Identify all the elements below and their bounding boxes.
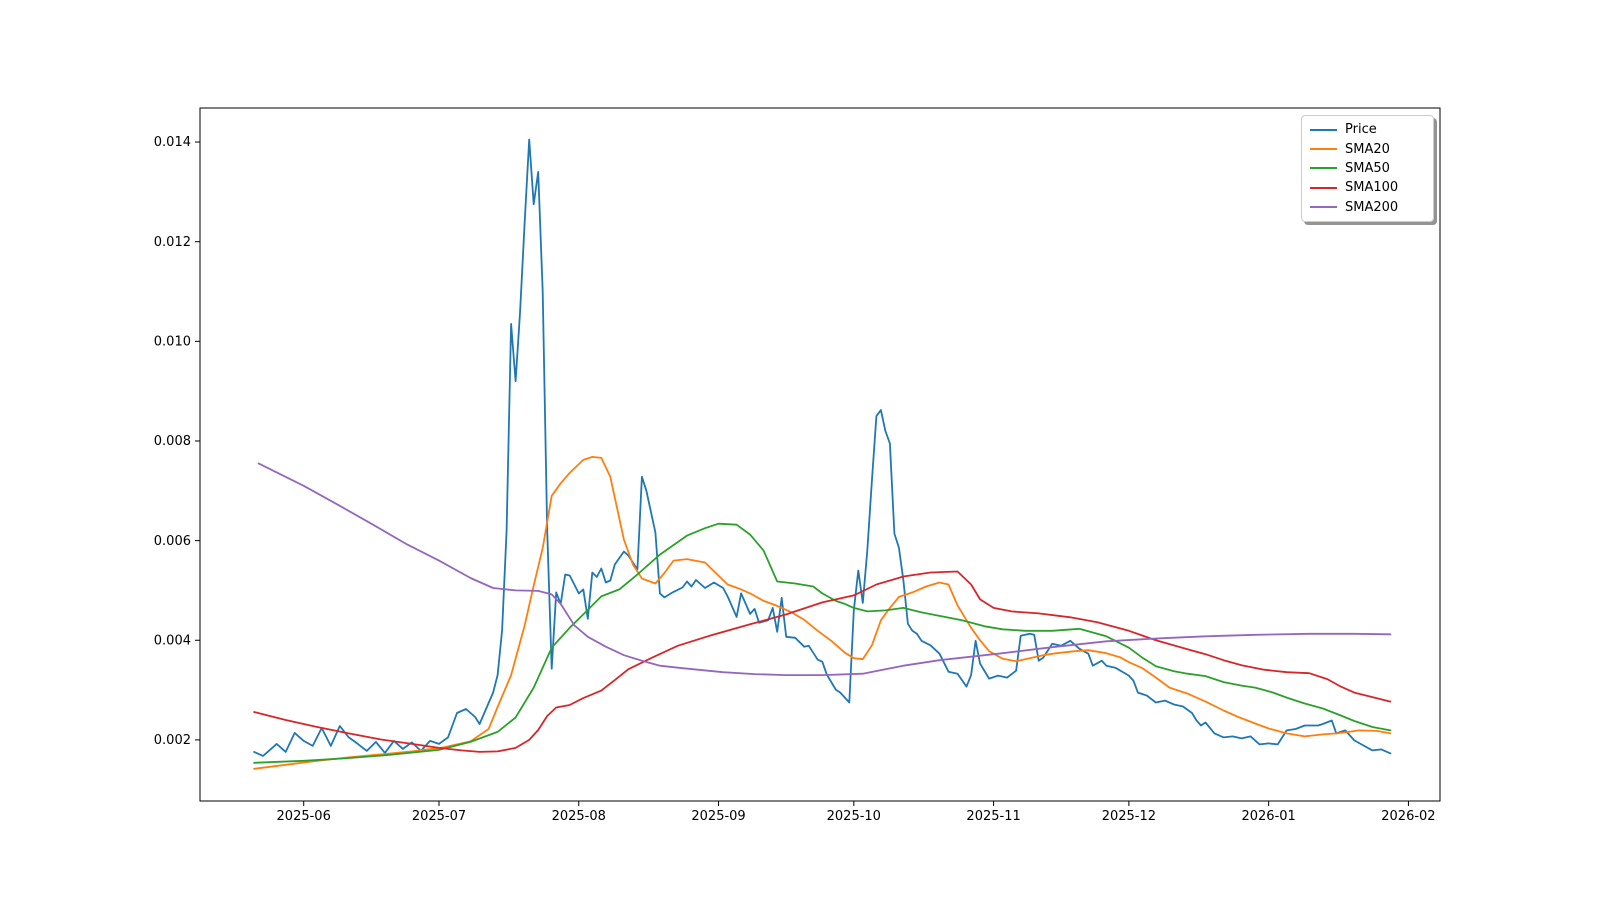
- sma50-line-swatch: [1310, 167, 1337, 170]
- x-tick-label: 2025-07: [412, 809, 466, 824]
- x-tick-label: 2025-11: [966, 809, 1020, 824]
- legend-entry-sma200: SMA200: [1310, 198, 1425, 217]
- y-tick-label: 0.004: [154, 633, 191, 648]
- legend-entry-sma50: SMA50: [1310, 159, 1425, 178]
- price-line: [253, 138, 1392, 757]
- x-tick-label: 2025-09: [691, 809, 745, 824]
- y-tick-label: 0.008: [154, 434, 191, 449]
- legend-entry-sma20: SMA20: [1310, 140, 1425, 159]
- sma200-line-swatch: [1310, 206, 1337, 209]
- sma20-line: [253, 455, 1392, 770]
- sma100-line-swatch: [1310, 186, 1337, 189]
- y-tick-label: 0.012: [154, 235, 191, 250]
- sma50-line: [253, 522, 1392, 764]
- x-tick-label: 2025-06: [277, 809, 331, 824]
- sma200-line: [257, 462, 1392, 676]
- x-tick-label: 2025-08: [552, 809, 606, 824]
- x-tick-label: 2026-02: [1381, 809, 1435, 824]
- y-tick-label: 0.006: [154, 534, 191, 549]
- plot-spines: [199, 107, 1441, 802]
- x-tick-label: 2025-10: [827, 809, 881, 824]
- sma20-line-swatch: [1310, 148, 1337, 151]
- x-tick-label: 2026-01: [1241, 809, 1295, 824]
- x-tick-label: 2025-12: [1102, 809, 1156, 824]
- legend-label-sma20: SMA20: [1345, 141, 1390, 157]
- legend-label-sma200: SMA200: [1345, 199, 1399, 215]
- legend-entry-sma100: SMA100: [1310, 178, 1425, 197]
- legend-label-sma100: SMA100: [1345, 180, 1399, 196]
- price-line-swatch: [1310, 128, 1337, 131]
- y-tick-label: 0.014: [154, 135, 191, 150]
- y-tick-label: 0.010: [154, 334, 191, 349]
- legend-label-price: Price: [1345, 122, 1377, 138]
- legend-label-sma50: SMA50: [1345, 160, 1390, 176]
- figure-canvas: 2025-06 2025-07 2025-08 2025-09 2025-10 2025-…: [0, 0, 1600, 900]
- legend-entry-price: Price: [1310, 120, 1425, 139]
- legend-box: Price SMA20 SMA50 SMA100 SMA200: [1301, 115, 1434, 222]
- y-tick-label: 0.002: [154, 733, 191, 748]
